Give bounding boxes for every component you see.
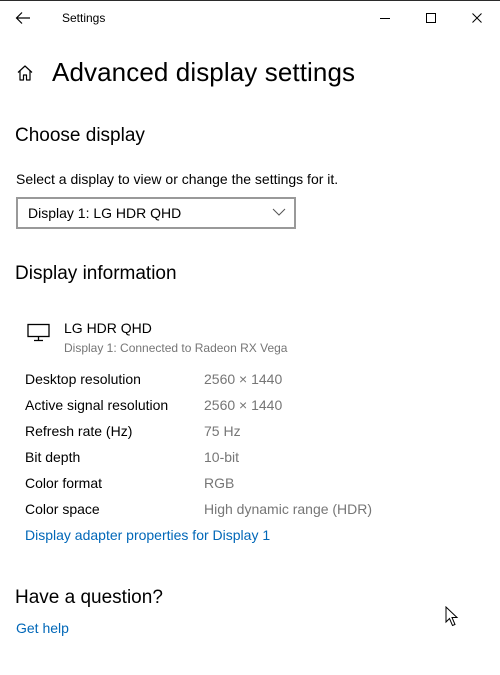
have-a-question-heading: Have a question? xyxy=(15,587,163,608)
chevron-down-icon xyxy=(272,208,286,216)
info-label: Refresh rate (Hz) xyxy=(25,423,133,439)
info-label: Bit depth xyxy=(25,449,81,465)
display-connection: Display 1: Connected to Radeon RX Vega xyxy=(64,341,288,355)
title-bar: Settings xyxy=(0,1,500,35)
display-name: LG HDR QHD xyxy=(64,320,152,336)
back-arrow-icon xyxy=(15,12,30,24)
display-select[interactable]: Display 1: LG HDR QHD xyxy=(16,197,296,229)
info-label: Color space xyxy=(25,501,100,517)
close-icon xyxy=(472,13,482,23)
info-value: 2560 × 1440 xyxy=(204,371,283,387)
minimize-icon xyxy=(380,18,390,19)
home-icon[interactable] xyxy=(16,63,36,83)
minimize-button[interactable] xyxy=(362,3,408,33)
info-label: Color format xyxy=(25,475,103,491)
choose-display-label: Select a display to view or change the s… xyxy=(16,171,339,187)
close-button[interactable] xyxy=(454,3,500,33)
info-value: 2560 × 1440 xyxy=(204,397,283,413)
window-title: Settings xyxy=(62,11,106,25)
mouse-pointer-icon xyxy=(445,606,459,627)
maximize-icon xyxy=(426,13,436,23)
info-label: Active signal resolution xyxy=(25,397,169,413)
choose-display-heading: Choose display xyxy=(15,125,145,146)
info-label: Desktop resolution xyxy=(25,371,141,387)
info-value: RGB xyxy=(204,475,235,491)
page-header: Advanced display settings xyxy=(16,57,355,88)
info-value: 10-bit xyxy=(204,449,240,465)
back-button[interactable] xyxy=(10,5,36,31)
display-select-value: Display 1: LG HDR QHD xyxy=(28,205,182,221)
get-help-link[interactable]: Get help xyxy=(16,620,69,636)
info-value: 75 Hz xyxy=(204,423,241,439)
display-information-heading: Display information xyxy=(15,263,177,284)
display-adapter-properties-link[interactable]: Display adapter properties for Display 1 xyxy=(25,527,270,543)
monitor-icon xyxy=(27,323,50,342)
page-title: Advanced display settings xyxy=(52,57,356,87)
maximize-button[interactable] xyxy=(408,3,454,33)
info-value: High dynamic range (HDR) xyxy=(204,501,373,517)
